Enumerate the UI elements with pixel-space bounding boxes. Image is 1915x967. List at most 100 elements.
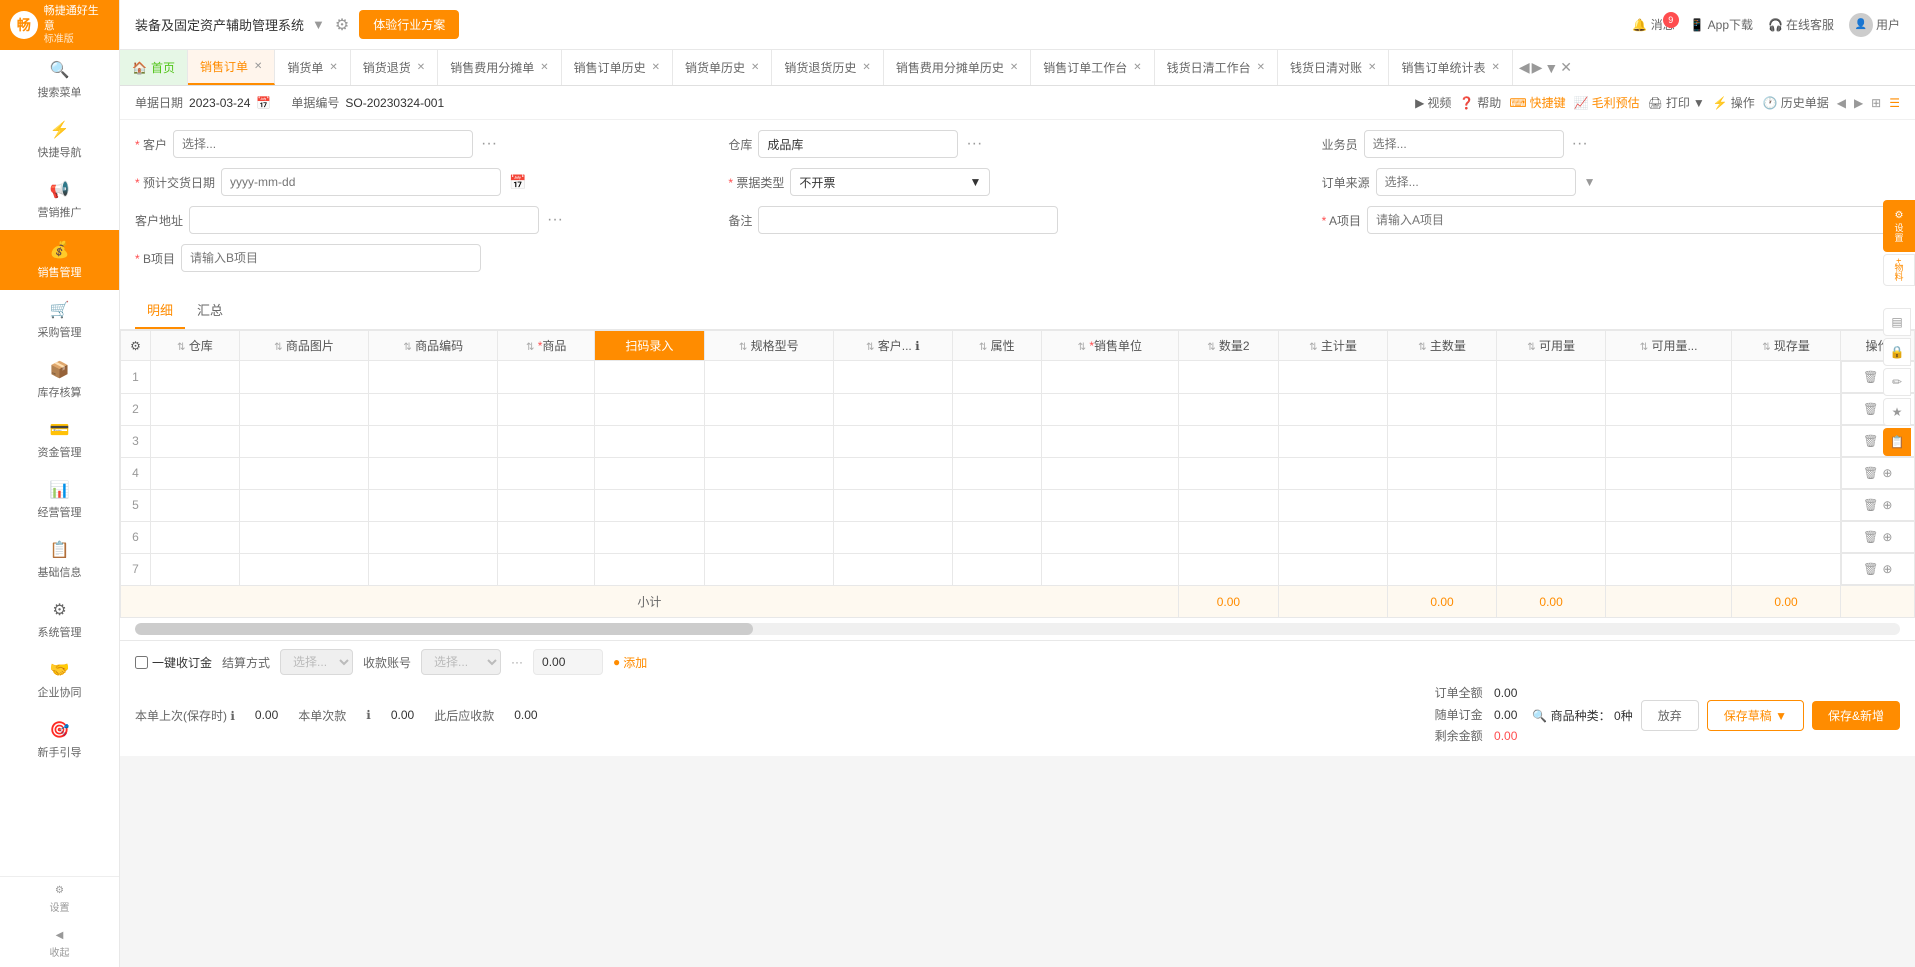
- save-new-button[interactable]: 保存&新增: [1812, 701, 1900, 730]
- row-2-main-qty[interactable]: [1388, 393, 1497, 425]
- amount-input[interactable]: [533, 649, 603, 675]
- customer-input[interactable]: [173, 130, 473, 158]
- row-1-main-qty[interactable]: [1388, 361, 1497, 394]
- grid-view-icon[interactable]: ⊞: [1871, 96, 1881, 110]
- row-4-unit[interactable]: [1041, 457, 1178, 489]
- tab-menu-icon[interactable]: ▼: [1544, 60, 1558, 76]
- tab-close-icon[interactable]: ✕: [751, 62, 759, 73]
- row-4-main-unit[interactable]: [1278, 457, 1387, 489]
- help-action[interactable]: ❓ 帮助: [1459, 94, 1501, 111]
- tab-close-icon[interactable]: ✕: [1368, 62, 1376, 73]
- side-action-2[interactable]: 🔒: [1883, 338, 1911, 366]
- row-4-scan[interactable]: [595, 457, 705, 489]
- horizontal-scrollbar[interactable]: [135, 623, 1900, 635]
- row-2-code[interactable]: [369, 393, 498, 425]
- row-5-copy-icon[interactable]: ⊕: [1882, 498, 1892, 512]
- sidebar-item-guide[interactable]: 🎯 新手引导: [0, 710, 119, 770]
- calendar-icon[interactable]: 📅: [256, 96, 271, 110]
- account-select[interactable]: 选择...: [421, 649, 501, 675]
- sidebar-item-system[interactable]: ⚙ 系统管理: [0, 590, 119, 650]
- col-qty2[interactable]: ⇅ 数量2: [1178, 331, 1278, 361]
- row-2-scan[interactable]: [595, 393, 705, 425]
- sidebar-item-inventory[interactable]: 📦 库存核算: [0, 350, 119, 410]
- tab-sales-order-history[interactable]: 销售订单历史 ✕: [562, 50, 673, 85]
- sidebar-item-quicknav[interactable]: ⚡ 快捷导航: [0, 110, 119, 170]
- sidebar-item-sales[interactable]: 💰 销售管理: [0, 230, 119, 290]
- col-stock[interactable]: ⇅ 现存量: [1732, 331, 1841, 361]
- row-7-main-qty[interactable]: [1388, 553, 1497, 586]
- note-input[interactable]: [758, 206, 1058, 234]
- row-4-copy-icon[interactable]: ⊕: [1882, 466, 1892, 480]
- row-7-delete-icon[interactable]: 🗑: [1863, 562, 1878, 576]
- col-main-unit[interactable]: ⇅ 主计量: [1278, 331, 1387, 361]
- tab-close-icon[interactable]: ✕: [1257, 62, 1265, 73]
- row-4-image[interactable]: [239, 457, 368, 489]
- tab-next-icon[interactable]: ▶: [1532, 59, 1543, 76]
- side-action-1[interactable]: ▤: [1883, 308, 1911, 336]
- order-source-input[interactable]: [1376, 168, 1576, 196]
- customer-more-icon[interactable]: ···: [481, 135, 497, 153]
- side-action-3[interactable]: ✏: [1883, 368, 1911, 396]
- row-5-code[interactable]: [369, 489, 498, 521]
- one-click-checkbox[interactable]: 一键收订金: [135, 654, 212, 671]
- sidebar-item-purchase[interactable]: 🛒 采购管理: [0, 290, 119, 350]
- row-5-spec[interactable]: [704, 489, 833, 521]
- row-6-customer-code[interactable]: [833, 521, 952, 553]
- row-5-attr[interactable]: [952, 489, 1041, 521]
- right-setup-btn[interactable]: ⚙ 设置: [1883, 200, 1915, 252]
- scroll-thumb[interactable]: [135, 623, 753, 635]
- discard-button[interactable]: 放弃: [1641, 700, 1699, 731]
- sidebar-item-basic-info[interactable]: 📋 基础信息: [0, 530, 119, 590]
- project-b-input[interactable]: [181, 244, 481, 272]
- col-product[interactable]: ⇅ *商品: [498, 331, 595, 361]
- row-5-image[interactable]: [239, 489, 368, 521]
- row-2-qty2[interactable]: [1178, 393, 1278, 425]
- row-3-delete-icon[interactable]: 🗑: [1863, 434, 1878, 448]
- order-source-dropdown-icon[interactable]: ▼: [1584, 175, 1596, 189]
- row-2-image[interactable]: [239, 393, 368, 425]
- row-7-product[interactable]: [498, 553, 595, 586]
- row-7-spec[interactable]: [704, 553, 833, 586]
- row-3-scan[interactable]: [595, 425, 705, 457]
- staff-input[interactable]: [1364, 130, 1564, 158]
- row-6-product[interactable]: [498, 521, 595, 553]
- delivery-input[interactable]: [221, 168, 501, 196]
- delivery-calendar-icon[interactable]: 📅: [509, 174, 526, 191]
- app-download[interactable]: 📱 App下载: [1690, 16, 1753, 33]
- tab-close-icon[interactable]: ✕: [1133, 62, 1141, 73]
- invoice-select[interactable]: 不开票 ▼: [790, 168, 990, 196]
- row-2-attr[interactable]: [952, 393, 1041, 425]
- row-4-stock[interactable]: [1732, 457, 1841, 489]
- print-action[interactable]: 🖨 打印 ▼: [1648, 94, 1705, 111]
- tab-close-icon[interactable]: ✕: [254, 61, 262, 72]
- warehouse-input[interactable]: [758, 130, 958, 158]
- tab-reconcile[interactable]: 钱货日清对账 ✕: [1278, 50, 1389, 85]
- row-1-stock[interactable]: [1732, 361, 1841, 394]
- tab-workbench[interactable]: 销售订单工作台 ✕: [1031, 50, 1154, 85]
- row-6-spec[interactable]: [704, 521, 833, 553]
- sidebar-item-search[interactable]: 🔍 搜索菜单: [0, 50, 119, 110]
- tab-detail[interactable]: 明细: [135, 292, 185, 329]
- row-7-customer-code[interactable]: [833, 553, 952, 586]
- row-7-scan[interactable]: [595, 553, 705, 586]
- row-4-product[interactable]: [498, 457, 595, 489]
- row-2-available[interactable]: [1497, 393, 1606, 425]
- tab-close-icon[interactable]: ✕: [652, 62, 660, 73]
- tab-daily-workbench[interactable]: 钱货日清工作台 ✕: [1155, 50, 1278, 85]
- row-2-main-unit[interactable]: [1278, 393, 1387, 425]
- row-1-scan[interactable]: [595, 361, 705, 394]
- col-customer-code[interactable]: ⇅ 客户... ℹ: [833, 331, 952, 361]
- row-3-product[interactable]: [498, 425, 595, 457]
- tab-expense-history[interactable]: 销售费用分摊单历史 ✕: [884, 50, 1031, 85]
- row-7-qty2[interactable]: [1178, 553, 1278, 586]
- row-6-stock[interactable]: [1732, 521, 1841, 553]
- row-7-image[interactable]: [239, 553, 368, 586]
- tab-close-icon[interactable]: ✕: [329, 62, 337, 73]
- col-main-qty[interactable]: ⇅ 主数量: [1388, 331, 1497, 361]
- row-1-delete-icon[interactable]: 🗑: [1863, 370, 1878, 384]
- row-3-available[interactable]: [1497, 425, 1606, 457]
- tab-close-icon[interactable]: ✕: [417, 62, 425, 73]
- row-4-main-qty[interactable]: [1388, 457, 1497, 489]
- row-4-code[interactable]: [369, 457, 498, 489]
- row-6-available[interactable]: [1497, 521, 1606, 553]
